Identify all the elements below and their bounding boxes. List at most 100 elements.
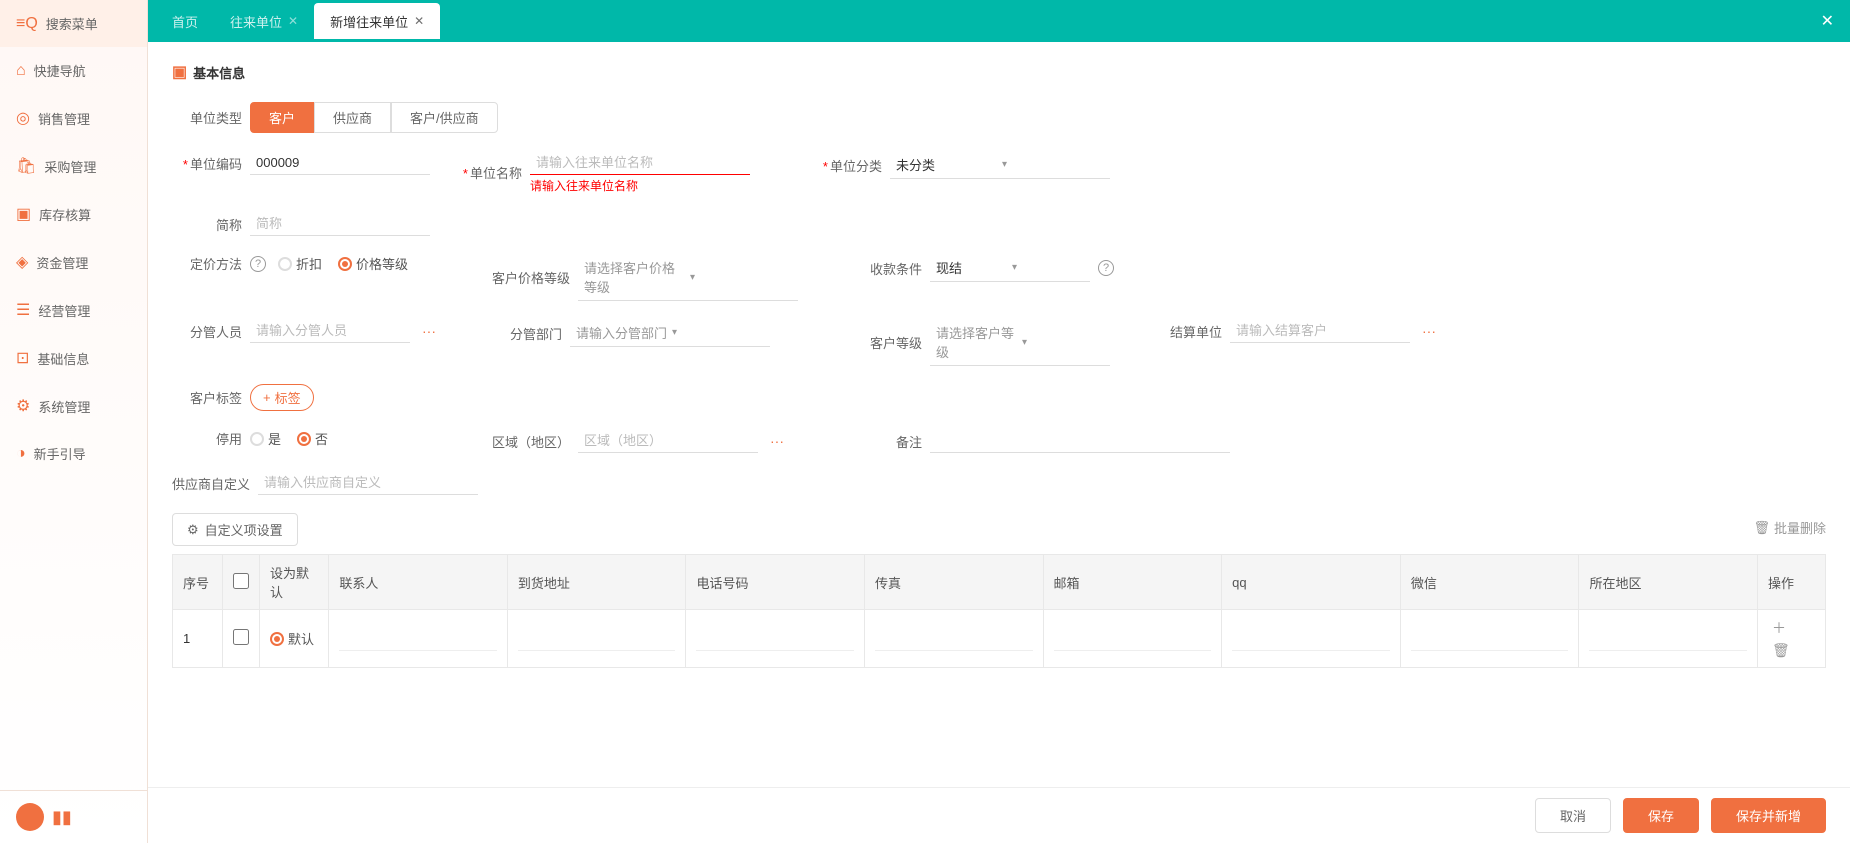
pricing-radio-discount[interactable]: 折扣 [278,254,322,273]
unit-name-input[interactable] [530,151,750,175]
sidebar-item-basicinfo[interactable]: ⊡ 基础信息 [0,334,147,382]
row-qq-input[interactable] [1232,627,1390,651]
box-icon: ▣ [16,204,31,224]
save-button[interactable]: 保存 [1623,798,1699,833]
default-radio[interactable]: 默认 [270,629,318,648]
tab-new-partner[interactable]: 新增往来单位 ✕ [314,3,440,39]
custom-settings-button[interactable]: ⚙ 自定义项设置 [172,513,298,546]
batch-delete-label: 批量删除 [1774,518,1826,537]
tab-new-partner-label: 新增往来单位 [330,12,408,31]
sidebar-item-search[interactable]: ≡Q 搜索菜单 [0,0,147,47]
settlement-input[interactable] [1230,319,1410,343]
sidebar-item-sales[interactable]: ◎ 销售管理 [0,94,147,142]
unit-type-customer[interactable]: 客户 [250,102,314,133]
manager-label: 分管人员 [172,322,242,341]
payment-help-icon[interactable]: ? [1098,260,1114,276]
unit-code-name-row: *单位编码 *单位名称 请输入往来单位名称 *单位分类 未分类 [172,151,1826,194]
disable-yes[interactable]: 是 [250,429,281,448]
sidebar-bottom: ▮▮ [0,790,147,843]
radio-no-circle [297,432,311,446]
delete-row-button[interactable]: 🗑 [1768,640,1794,661]
sidebar-item-inventory[interactable]: ▣ 库存核算 [0,190,147,238]
pricing-row: 定价方法 ? 折扣 价格等级 客户价格等级 请选择客户价格等 [172,254,1826,301]
tab-partners-label: 往来单位 [230,12,282,31]
tab-partners-close[interactable]: ✕ [288,14,298,28]
pricing-help-icon[interactable]: ? [250,256,266,272]
payment-terms-value: 现结 [936,258,1008,277]
sidebar-item-label: 库存核算 [39,205,91,224]
pricing-level-label: 价格等级 [356,254,408,273]
chevron-down-icon4: ▾ [672,327,764,338]
row-address-input[interactable] [518,627,676,651]
select-all-checkbox[interactable] [233,573,249,589]
unit-code-field: *单位编码 [172,151,452,175]
section-icon: ▣ [172,62,187,82]
manager-input[interactable] [250,319,410,343]
sidebar: ≡Q 搜索菜单 ⌂ 快捷导航 ◎ 销售管理 🛍 采购管理 ▣ 库存核算 ◈ 资金… [0,0,148,843]
department-select[interactable]: 请输入分管部门 ▾ [570,319,770,347]
tab-new-partner-close[interactable]: ✕ [414,14,424,28]
cancel-button[interactable]: 取消 [1535,798,1611,833]
region-input[interactable] [578,429,758,453]
disable-no[interactable]: 否 [297,429,328,448]
sidebar-item-label: 采购管理 [44,157,96,176]
save-new-button[interactable]: 保存并新增 [1711,798,1826,833]
payment-terms-select[interactable]: 现结 ▾ [930,254,1090,282]
col-checkbox [223,555,260,610]
global-close-icon[interactable]: ✕ [1813,11,1842,31]
unit-type-supplier[interactable]: 供应商 [314,102,391,133]
sidebar-item-label: 经营管理 [38,301,90,320]
unit-category-select[interactable]: 未分类 ▾ [890,151,1110,179]
pricing-radio-level[interactable]: 价格等级 [338,254,408,273]
form-content: ▣ 基本信息 单位类型 客户 供应商 客户/供应商 *单位编码 [148,42,1850,787]
sidebar-item-label: 系统管理 [38,397,90,416]
table-row: 1 默认 [173,610,1826,668]
unit-code-input[interactable] [250,151,430,175]
customer-price-placeholder: 请选择客户价格等级 [584,258,686,296]
money-icon: ◈ [16,252,28,272]
search-icon: ≡Q [16,15,38,33]
customer-level-select[interactable]: 请选择客户等级 ▾ [930,319,1110,366]
customer-price-select[interactable]: 请选择客户价格等级 ▾ [578,254,798,301]
sidebar-item-label: 基础信息 [37,349,89,368]
settlement-more-icon[interactable]: ··· [1418,323,1440,339]
manager-more-icon[interactable]: ··· [418,323,440,339]
add-tag-button[interactable]: + 标签 [250,384,314,411]
sidebar-item-finance[interactable]: ◈ 资金管理 [0,238,147,286]
sidebar-item-label: 搜索菜单 [46,14,98,33]
sidebar-item-purchase[interactable]: 🛍 采购管理 [0,142,147,190]
sidebar-item-operations[interactable]: ☰ 经营管理 [0,286,147,334]
col-address: 到货地址 [507,555,686,610]
row-region-input[interactable] [1589,627,1747,651]
region-field: 区域（地区） ··· [492,429,852,453]
tab-home[interactable]: 首页 [156,5,214,37]
supplier-custom-input[interactable] [258,471,478,495]
row-wechat-input[interactable] [1411,627,1569,651]
row-checkbox[interactable] [233,629,249,645]
remark-input[interactable] [930,429,1230,453]
unit-type-both[interactable]: 客户/供应商 [391,102,498,133]
row-email-input[interactable] [1054,627,1212,651]
pricing-label: 定价方法 [172,254,242,273]
row-phone-input[interactable] [696,627,854,651]
row-contact-input[interactable] [339,627,497,651]
region-more-icon[interactable]: ··· [766,433,788,449]
settlement-field: 结算单位 ··· [1152,319,1826,343]
unit-name-field: *单位名称 请输入往来单位名称 [452,151,812,194]
tab-home-label: 首页 [172,12,198,31]
short-name-input[interactable] [250,212,430,236]
gear-settings-icon: ⚙ [187,522,199,538]
section-basic-info: ▣ 基本信息 [172,62,1826,82]
batch-delete-button[interactable]: 🗑 批量删除 [1753,518,1826,537]
sidebar-item-guide[interactable]: ◑ 新手引导 [0,430,147,477]
bar-chart-icon: ▮▮ [52,807,72,828]
tag-btn-label: 标签 [275,388,301,407]
sidebar-item-quicknav[interactable]: ⌂ 快捷导航 [0,47,147,94]
sidebar-item-system[interactable]: ⚙ 系统管理 [0,382,147,430]
bag-icon: 🛍 [16,156,36,176]
row-fax-input[interactable] [875,627,1033,651]
short-name-row: 简称 [172,212,1826,236]
add-row-button[interactable]: ＋ [1768,616,1790,640]
col-default: 设为默认 [260,555,329,610]
tab-partners[interactable]: 往来单位 ✕ [214,5,314,37]
